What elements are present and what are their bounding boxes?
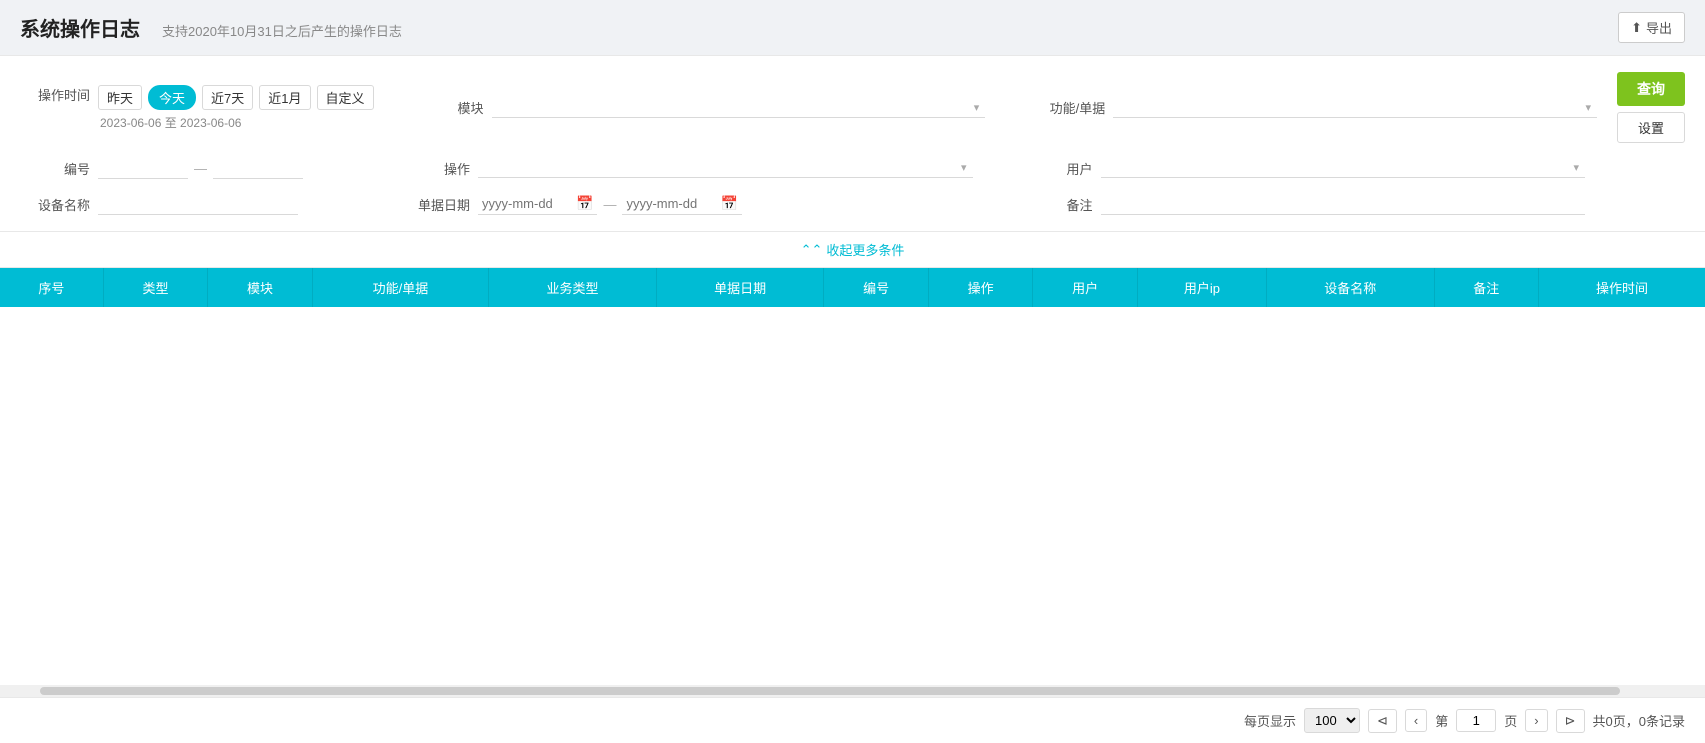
scrollbar-thumb[interactable]: [40, 687, 1620, 695]
col-user-ip: 用户ip: [1137, 268, 1266, 307]
date-end-input[interactable]: [626, 196, 716, 211]
col-index: 序号: [0, 268, 103, 307]
col-user: 用户: [1033, 268, 1137, 307]
export-button[interactable]: ⬆ 导出: [1618, 12, 1685, 43]
pagination: 每页显示 100 50 200 ⊲ ‹ 第 页 › ⊳ 共0页，0条记录: [0, 697, 1705, 743]
module-select[interactable]: ▾: [492, 98, 986, 118]
col-type: 类型: [103, 268, 207, 307]
remark-label: 备注: [1013, 195, 1093, 214]
time-btn-1month[interactable]: 近1月: [259, 85, 310, 110]
page-subtitle: 支持2020年10月31日之后产生的操作日志: [162, 21, 402, 40]
time-filter: 昨天 今天 近7天 近1月 自定义 2023-06-06 至 2023-06-0…: [98, 85, 374, 131]
collapse-icon: ⌃⌃: [801, 242, 823, 258]
next-page-button[interactable]: ›: [1525, 709, 1547, 732]
page-label: 第: [1435, 711, 1448, 730]
per-page-select[interactable]: 100 50 200: [1304, 708, 1360, 733]
calendar-end-icon[interactable]: 📅: [720, 195, 737, 212]
number-input-start[interactable]: [98, 157, 188, 179]
device-input[interactable]: [98, 193, 298, 215]
col-remark: 备注: [1434, 268, 1538, 307]
function-select[interactable]: ▾: [1113, 98, 1597, 118]
table-wrapper: 序号 类型 模块 功能/单据 业务类型 单据日期 编号 操作 用户 用户ip 设…: [0, 268, 1705, 685]
calendar-start-icon[interactable]: 📅: [576, 195, 593, 212]
data-table: 序号 类型 模块 功能/单据 业务类型 单据日期 编号 操作 用户 用户ip 设…: [0, 268, 1705, 307]
col-op-time: 操作时间: [1539, 268, 1705, 307]
filter-area: 操作时间 昨天 今天 近7天 近1月 自定义 2023-06-06 至 2023…: [0, 55, 1705, 232]
col-device: 设备名称: [1266, 268, 1434, 307]
device-label: 设备名称: [20, 195, 90, 214]
remark-input[interactable]: [1101, 193, 1586, 215]
time-label: 操作时间: [20, 85, 90, 104]
number-label: 编号: [20, 159, 90, 178]
date-start-wrap: 📅: [478, 193, 597, 215]
query-button[interactable]: 查询: [1617, 72, 1685, 106]
time-btn-yesterday[interactable]: 昨天: [98, 85, 142, 110]
col-number: 编号: [824, 268, 928, 307]
export-icon: ⬆: [1631, 20, 1642, 36]
first-page-button[interactable]: ⊲: [1368, 709, 1397, 733]
col-operation: 操作: [928, 268, 1032, 307]
filter-row-2: 编号 — 操作 ▾ 用户 ▾: [20, 157, 1685, 179]
date-start-input[interactable]: [482, 196, 572, 211]
user-label: 用户: [1013, 159, 1093, 178]
user-select[interactable]: ▾: [1101, 158, 1586, 178]
page-header: 系统操作日志 支持2020年10月31日之后产生的操作日志 ⬆ 导出: [0, 0, 1705, 55]
filter-row-3: 设备名称 单据日期 📅 — 📅 备注: [20, 193, 1685, 215]
table-header-row: 序号 类型 模块 功能/单据 业务类型 单据日期 编号 操作 用户 用户ip 设…: [0, 268, 1705, 307]
user-chevron-icon: ▾: [1573, 161, 1579, 174]
page-suffix: 页: [1504, 711, 1517, 730]
operation-select[interactable]: ▾: [478, 158, 973, 178]
page-title: 系统操作日志: [20, 13, 140, 42]
time-btn-7days[interactable]: 近7天: [202, 85, 253, 110]
col-function: 功能/单据: [312, 268, 488, 307]
total-info: 共0页，0条记录: [1593, 711, 1685, 730]
time-range: 2023-06-06 至 2023-06-06: [100, 114, 374, 131]
scrollbar-area[interactable]: [0, 685, 1705, 697]
function-chevron-icon: ▾: [1585, 101, 1591, 114]
collapse-button[interactable]: ⌃⌃ 收起更多条件: [801, 240, 905, 259]
module-chevron-icon: ▾: [974, 101, 980, 114]
col-biz-type: 业务类型: [489, 268, 657, 307]
module-label: 模块: [414, 98, 484, 117]
col-module: 模块: [208, 268, 312, 307]
prev-page-button[interactable]: ‹: [1405, 709, 1427, 732]
page-number-input[interactable]: [1456, 709, 1496, 732]
operation-label: 操作: [400, 159, 470, 178]
filter-row-1: 操作时间 昨天 今天 近7天 近1月 自定义 2023-06-06 至 2023…: [20, 72, 1685, 143]
action-buttons: 查询 设置: [1617, 72, 1685, 143]
function-label: 功能/单据: [1025, 98, 1105, 117]
voucher-date-label: 单据日期: [400, 195, 470, 214]
number-input-end[interactable]: [213, 157, 303, 179]
operation-chevron-icon: ▾: [961, 161, 967, 174]
col-voucher-date: 单据日期: [656, 268, 824, 307]
collapse-bar: ⌃⌃ 收起更多条件: [0, 232, 1705, 268]
time-btn-custom[interactable]: 自定义: [317, 85, 374, 110]
last-page-button[interactable]: ⊳: [1556, 709, 1585, 733]
per-page-label: 每页显示: [1244, 711, 1296, 730]
date-end-wrap: 📅: [622, 193, 741, 215]
time-btn-today[interactable]: 今天: [148, 85, 196, 110]
settings-button[interactable]: 设置: [1617, 112, 1685, 143]
